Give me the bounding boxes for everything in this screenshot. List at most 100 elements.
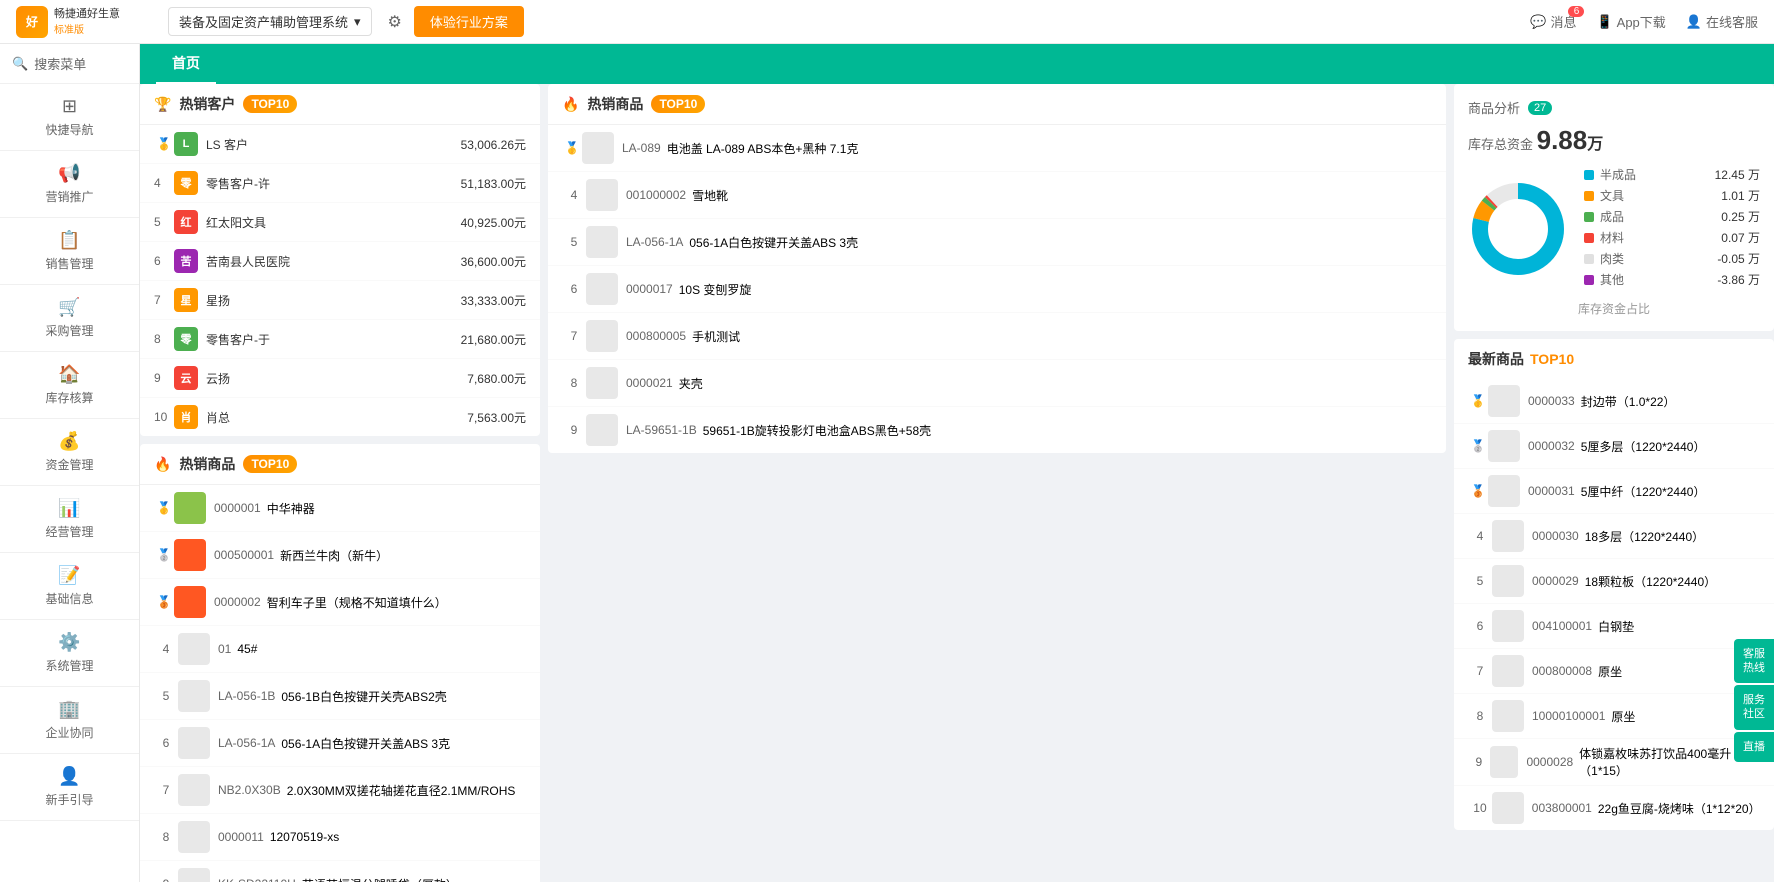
rank-num: 4 <box>154 642 178 656</box>
search-menu[interactable]: 🔍 搜索菜单 <box>0 44 139 84</box>
sidebar-item-operations[interactable]: 📊 经营管理 <box>0 486 139 553</box>
sidebar-item-quick-nav[interactable]: ⊞ 快捷导航 <box>0 84 139 151</box>
fire-icon: 🔥 <box>154 456 171 473</box>
basic-info-icon: 📝 <box>58 565 80 586</box>
customer-row-3[interactable]: 5 红 红太阳文具 40,925.00元 <box>140 203 540 242</box>
customer-avatar: 红 <box>174 210 198 234</box>
customer-service-button[interactable]: 客服热线 <box>1734 639 1774 684</box>
new-product-row-9[interactable]: 9 0000028 体锁嘉枚味苏打饮品400毫升（1*15） <box>1454 739 1774 786</box>
sidebar-item-marketing[interactable]: 📢 营销推广 <box>0 151 139 218</box>
sidebar-item-sales[interactable]: 📋 销售管理 <box>0 218 139 285</box>
product-thumbnail <box>1492 655 1524 687</box>
settings-icon[interactable]: ⚙ <box>388 12 402 32</box>
new-product-row-2[interactable]: 🥈 0000032 5厘多层（1220*2440） <box>1454 424 1774 469</box>
product-thumbnail <box>1488 475 1520 507</box>
new-product-row-3[interactable]: 🥉 0000031 5厘中纤（1220*2440） <box>1454 469 1774 514</box>
trial-button[interactable]: 体验行业方案 <box>414 6 524 37</box>
search-menu-label: 搜索菜单 <box>34 54 86 73</box>
hot-product-row-9[interactable]: 9 KK-SD22110H 花语萌恒温分腿睡袋（厚款） <box>140 861 540 882</box>
product-thumbnail <box>178 633 210 665</box>
rank-num: 9 <box>154 371 174 385</box>
new-product-row-5[interactable]: 5 0000029 18颗粒板（1220*2440） <box>1454 559 1774 604</box>
header-right: 💬 消息 6 📱 App下载 👤 在线客服 <box>1530 12 1758 31</box>
rank-num: 9 <box>562 423 586 437</box>
service-community-button[interactable]: 服务社区 <box>1734 685 1774 730</box>
system-icon: ⚙️ <box>58 632 80 653</box>
sidebar-item-finance[interactable]: 💰 资金管理 <box>0 419 139 486</box>
rank-num: 10 <box>154 410 174 424</box>
sidebar-item-system[interactable]: ⚙️ 系统管理 <box>0 620 139 687</box>
sidebar-item-purchase[interactable]: 🛒 采购管理 <box>0 285 139 352</box>
fire-icon-2: 🔥 <box>562 96 579 113</box>
new-product-row-1[interactable]: 🥇 0000033 封边带（1.0*22） <box>1454 379 1774 424</box>
mid-product-row-7[interactable]: 9 LA-59651-1B 59651-1B旋转投影灯电池盒ABS黑色+58壳 <box>548 407 1446 453</box>
hot-product-row-6[interactable]: 6 LA-056-1A 056-1A白色按键开关盖ABS 3克 <box>140 720 540 767</box>
rank-num: 8 <box>1468 709 1492 723</box>
product-name: 中华神器 <box>267 500 315 517</box>
inventory-card: 商品分析 27 库存总资金 9.88万 <box>1454 84 1774 331</box>
app-download-button[interactable]: 📱 App下载 <box>1596 12 1665 31</box>
sidebar-item-label: 资金管理 <box>45 456 93 473</box>
sidebar-item-enterprise[interactable]: 🏢 企业协同 <box>0 687 139 754</box>
sidebar-item-label: 企业协同 <box>45 724 93 741</box>
sidebar-item-newbie[interactable]: 👤 新手引导 <box>0 754 139 821</box>
product-name: 056-1A白色按键开关盖ABS 3壳 <box>689 234 858 251</box>
service-icon: 👤 <box>1686 14 1702 30</box>
product-code: 0000033 <box>1528 394 1575 408</box>
hot-product-row-4[interactable]: 4 01 45# <box>140 626 540 673</box>
legend-label: 半成品 <box>1600 166 1636 183</box>
message-icon: 💬 <box>1530 14 1546 30</box>
mid-product-row-6[interactable]: 8 0000021 夹壳 <box>548 360 1446 407</box>
mid-product-row-1[interactable]: 🥇 LA-089 电池盖 LA-089 ABS本色+黑种 7.1克 <box>548 125 1446 172</box>
sidebar-item-inventory[interactable]: 🏠 库存核算 <box>0 352 139 419</box>
rank-num: 5 <box>154 689 178 703</box>
new-product-row-4[interactable]: 4 0000030 18多层（1220*2440） <box>1454 514 1774 559</box>
product-thumbnail <box>178 868 210 882</box>
new-product-row-7[interactable]: 7 000800008 原坐 <box>1454 649 1774 694</box>
product-code: 0000032 <box>1528 439 1575 453</box>
customer-row-1[interactable]: 🥇 L LS 客户 53,006.26元 <box>140 125 540 164</box>
customer-row-2[interactable]: 4 零 零售客户-许 51,183.00元 <box>140 164 540 203</box>
mid-product-row-3[interactable]: 5 LA-056-1A 056-1A白色按键开关盖ABS 3壳 <box>548 219 1446 266</box>
legend-dot <box>1584 254 1594 264</box>
hot-product-row-2[interactable]: 🥈 000500001 新西兰牛肉（新牛） <box>140 532 540 579</box>
new-product-row-10[interactable]: 10 003800001 22g鱼豆腐-烧烤味（1*12*20） <box>1454 786 1774 830</box>
hot-product-row-7[interactable]: 7 NB2.0X30B 2.0X30MM双搓花轴搓花直径2.1MM/ROHS <box>140 767 540 814</box>
system-selector[interactable]: 装备及固定资产辅助管理系统 ▾ <box>168 7 372 36</box>
customer-row-7[interactable]: 9 云 云扬 7,680.00元 <box>140 359 540 398</box>
app-label: App下载 <box>1617 12 1666 31</box>
hot-product-row-5[interactable]: 5 LA-056-1B 056-1B白色按键开关壳ABS2壳 <box>140 673 540 720</box>
quick-nav-icon: ⊞ <box>62 96 77 117</box>
middle-panel: 🔥 热销商品 TOP10 🥇 LA-089 电池盖 LA-089 ABS本色+黑… <box>540 84 1454 882</box>
new-product-row-6[interactable]: 6 004100001 白钢垫 <box>1454 604 1774 649</box>
mid-product-row-2[interactable]: 4 001000002 雪地靴 <box>548 172 1446 219</box>
customer-row-6[interactable]: 8 零 零售客户-于 21,680.00元 <box>140 320 540 359</box>
legend-dot <box>1584 212 1594 222</box>
mid-product-row-5[interactable]: 7 000800005 手机测试 <box>548 313 1446 360</box>
customer-row-4[interactable]: 6 苦 苦南县人民医院 36,600.00元 <box>140 242 540 281</box>
legend-item-meat: 肉类 -0.05 万 <box>1584 250 1760 267</box>
customer-row-8[interactable]: 10 肖 肖总 7,563.00元 <box>140 398 540 436</box>
sidebar-item-label: 基础信息 <box>45 590 93 607</box>
legend-item-other: 其他 -3.86 万 <box>1584 271 1760 288</box>
customer-row-5[interactable]: 7 星 星扬 33,333.00元 <box>140 281 540 320</box>
online-service-button[interactable]: 👤 在线客服 <box>1686 12 1758 31</box>
product-thumbnail <box>174 539 206 571</box>
product-thumbnail <box>1492 520 1524 552</box>
rank-num: 9 <box>1468 755 1490 769</box>
product-thumbnail <box>586 179 618 211</box>
hot-product-row-3[interactable]: 🥉 0000002 智利车子里（规格不知道填什么） <box>140 579 540 626</box>
chevron-down-icon: ▾ <box>354 14 361 30</box>
legend-dot <box>1584 233 1594 243</box>
new-product-row-8[interactable]: 8 10000100001 原坐 <box>1454 694 1774 739</box>
mid-product-row-4[interactable]: 6 0000017 10S 变刨罗旋 <box>548 266 1446 313</box>
tab-home[interactable]: 首页 <box>156 44 216 84</box>
float-buttons: 客服热线 服务社区 直播 <box>1734 639 1774 762</box>
hot-product-row-1[interactable]: 🥇 0000001 中华神器 <box>140 485 540 532</box>
hot-product-row-8[interactable]: 8 0000011 12070519-xs <box>140 814 540 861</box>
product-name: 2.0X30MM双搓花轴搓花直径2.1MM/ROHS <box>287 782 516 799</box>
legend-item-stationery: 文具 1.01 万 <box>1584 187 1760 204</box>
message-button[interactable]: 💬 消息 6 <box>1530 12 1576 31</box>
live-button[interactable]: 直播 <box>1734 732 1774 762</box>
sidebar-item-basic-info[interactable]: 📝 基础信息 <box>0 553 139 620</box>
